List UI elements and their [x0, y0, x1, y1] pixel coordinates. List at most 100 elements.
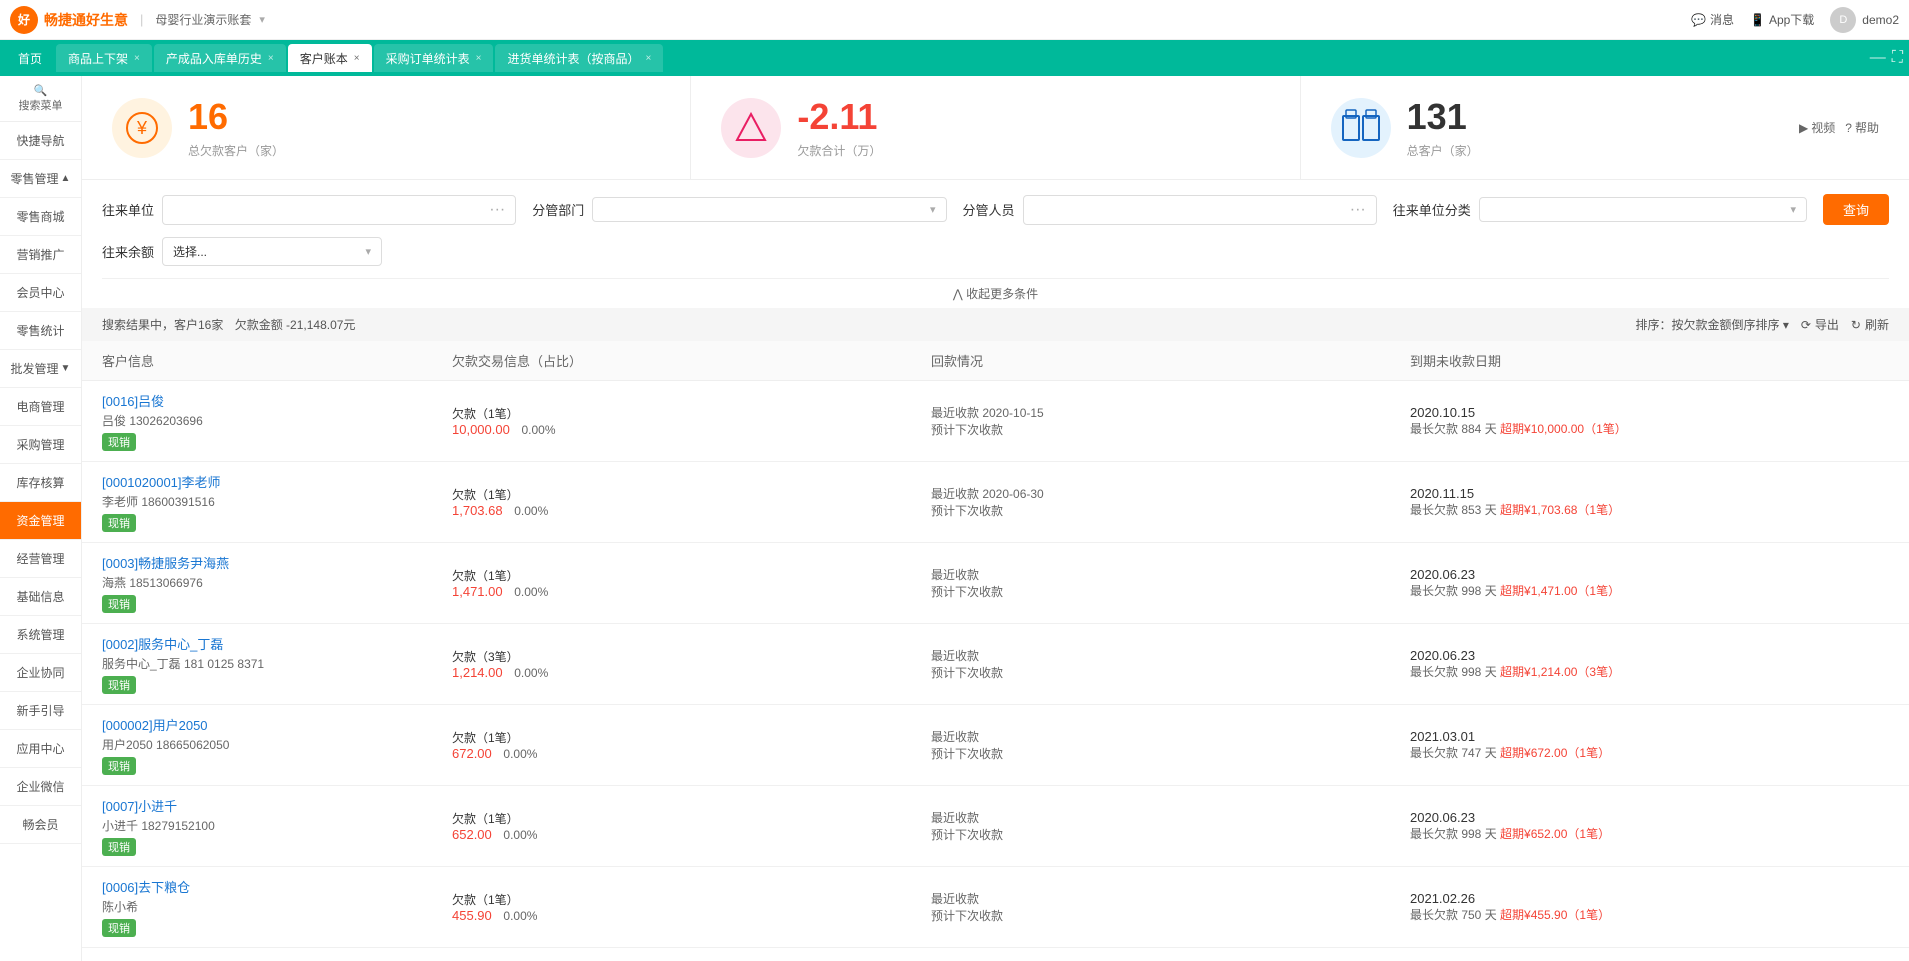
- tab-products-close[interactable]: ×: [268, 53, 274, 64]
- person-text[interactable]: [1034, 203, 1350, 217]
- filter-collapse[interactable]: ⋀ 收起更多条件: [102, 278, 1889, 308]
- sidebar-system-label: 系统管理: [16, 628, 64, 642]
- sidebar-item-member-vip[interactable]: 畅会员: [0, 806, 81, 844]
- tab-goods-close[interactable]: ×: [134, 53, 140, 64]
- overdue-amount-5[interactable]: 超期¥652.00（1笔）: [1500, 827, 1610, 841]
- person-input[interactable]: ···: [1023, 195, 1377, 225]
- help-btn[interactable]: ? 帮助: [1845, 119, 1879, 136]
- sort-chevron[interactable]: ▾: [1783, 318, 1789, 332]
- video-btn[interactable]: ▶ 视频: [1799, 119, 1835, 136]
- th-duedate: 到期未收款日期: [1410, 351, 1889, 370]
- sidebar-item-purchase[interactable]: 采购管理: [0, 426, 81, 464]
- tab-home[interactable]: 首页: [6, 44, 54, 72]
- td-duedate-3: 2020.06.23 最长欠款 998 天 超期¥1,214.00（3笔）: [1410, 648, 1889, 680]
- tab-goods[interactable]: 商品上下架 ×: [56, 44, 152, 72]
- sidebar-search[interactable]: 🔍 搜索菜单: [0, 76, 81, 122]
- refresh-btn[interactable]: ↻ 刷新: [1851, 316, 1889, 333]
- tab-purchase-close[interactable]: ×: [476, 53, 482, 64]
- customer-phone-1: 李老师 18600391516: [102, 493, 452, 510]
- unit-type-select[interactable]: ▾: [1479, 197, 1807, 222]
- sidebar-item-retail-mall[interactable]: 零售商城: [0, 198, 81, 236]
- from-unit-dots[interactable]: ···: [489, 201, 505, 219]
- customer-name-3[interactable]: [0002]服务中心_丁磊: [102, 637, 223, 652]
- customer-name-4[interactable]: [000002]用户2050: [102, 718, 208, 733]
- dept-select[interactable]: ▾: [592, 197, 946, 222]
- debt-amount-3: 1,214.00: [452, 665, 503, 680]
- tab-purchase-label: 采购订单统计表: [386, 50, 470, 67]
- query-button[interactable]: 查询: [1823, 194, 1889, 225]
- customer-name-0[interactable]: [0016]吕俊: [102, 394, 164, 409]
- sidebar-item-system[interactable]: 系统管理: [0, 616, 81, 654]
- tab-fullscreen-btn[interactable]: ⛶: [1892, 49, 1903, 67]
- debt-count-4: 欠款（1笔）: [452, 729, 931, 746]
- sidebar-item-ecommerce[interactable]: 电商管理: [0, 388, 81, 426]
- overdue-days-0: 最长欠款 884 天 超期¥10,000.00（1笔）: [1410, 420, 1889, 437]
- tab-customer[interactable]: 客户账本 ×: [288, 44, 372, 72]
- debt-count-5: 欠款（1笔）: [452, 810, 931, 827]
- debt-amount-5: 652.00: [452, 827, 492, 842]
- overdue-amount-6[interactable]: 超期¥455.90（1笔）: [1500, 908, 1610, 922]
- overdue-amount-4[interactable]: 超期¥672.00（1笔）: [1500, 746, 1610, 760]
- remaining-select[interactable]: 选择... ▾: [162, 237, 382, 266]
- debt-total-icon: [721, 98, 781, 158]
- customer-name-6[interactable]: [0006]去下粮仓: [102, 880, 190, 895]
- remaining-value: 选择...: [173, 243, 207, 260]
- sidebar-item-corp-wechat[interactable]: 企业微信: [0, 768, 81, 806]
- total-customers-value: 131: [1407, 96, 1479, 138]
- customer-name-2[interactable]: [0003]畅捷服务尹海燕: [102, 556, 229, 571]
- tab-import-close[interactable]: ×: [645, 53, 651, 64]
- results-debt: 欠款金额 -21,148.07元: [235, 318, 356, 332]
- tab-customer-close[interactable]: ×: [354, 53, 360, 64]
- customer-name-1[interactable]: [0001020001]李老师: [102, 475, 221, 490]
- td-customer-0: [0016]吕俊 吕俊 13026203696 现销: [102, 391, 452, 451]
- overdue-amount-1[interactable]: 超期¥1,703.68（1笔）: [1500, 503, 1620, 517]
- unit-type-chevron: ▾: [1790, 203, 1796, 216]
- debt-amount-4: 672.00: [452, 746, 492, 761]
- sidebar-item-inventory[interactable]: 库存核算: [0, 464, 81, 502]
- debt-pct-4: 0.00%: [503, 747, 537, 761]
- user-menu[interactable]: D demo2: [1830, 7, 1899, 33]
- overdue-amount-3[interactable]: 超期¥1,214.00（3笔）: [1500, 665, 1620, 679]
- sidebar-item-corp-collab[interactable]: 企业协同: [0, 654, 81, 692]
- sidebar-item-marketing[interactable]: 营销推广: [0, 236, 81, 274]
- td-debt-5: 欠款（1笔） 652.00 0.00%: [452, 810, 931, 842]
- overdue-amount-0[interactable]: 超期¥10,000.00（1笔）: [1500, 422, 1627, 436]
- sidebar-item-batch-mgmt[interactable]: 批发管理 ▼: [0, 350, 81, 388]
- sidebar-item-retail-stats[interactable]: 零售统计: [0, 312, 81, 350]
- last-collection-0: 最近收款 2020-10-15: [931, 404, 1410, 421]
- app-download-btn[interactable]: 📱 App下载: [1750, 11, 1814, 28]
- top-bar-right: 💬 消息 📱 App下载 D demo2: [1691, 7, 1899, 33]
- table-row: [0002]服务中心_丁磊 服务中心_丁磊 181 0125 8371 现销 欠…: [82, 624, 1909, 705]
- sidebar-item-app-center[interactable]: 应用中心: [0, 730, 81, 768]
- sidebar-item-member[interactable]: 会员中心: [0, 274, 81, 312]
- from-unit-text[interactable]: [173, 203, 489, 217]
- export-btn[interactable]: ⟳ 导出: [1801, 316, 1839, 333]
- sidebar-item-operation[interactable]: 经营管理: [0, 540, 81, 578]
- person-dots[interactable]: ···: [1350, 201, 1366, 219]
- sidebar-item-retail-mgmt[interactable]: 零售管理 ▲: [0, 160, 81, 198]
- sidebar-item-basic-info[interactable]: 基础信息: [0, 578, 81, 616]
- tab-purchase[interactable]: 采购订单统计表 ×: [374, 44, 494, 72]
- message-btn[interactable]: 💬 消息: [1691, 11, 1734, 28]
- filter-row-1: 往来单位 ··· 分管部门 ▾ 分管人员: [102, 194, 1889, 225]
- customer-phone-0: 吕俊 13026203696: [102, 412, 452, 429]
- filter-dept: 分管部门 ▾: [532, 197, 946, 222]
- td-customer-2: [0003]畅捷服务尹海燕 海燕 18513066976 现销: [102, 553, 452, 613]
- tab-import[interactable]: 进货单统计表（按商品） ×: [495, 44, 663, 72]
- customer-name-5[interactable]: [0007]小进千: [102, 799, 177, 814]
- sidebar-item-guide[interactable]: 新手引导: [0, 692, 81, 730]
- from-unit-input[interactable]: ···: [162, 195, 516, 225]
- tab-products[interactable]: 产成品入库单历史 ×: [154, 44, 286, 72]
- customer-phone-4: 用户2050 18665062050: [102, 736, 452, 753]
- overdue-amount-2[interactable]: 超期¥1,471.00（1笔）: [1500, 584, 1620, 598]
- remaining-chevron: ▾: [365, 245, 371, 258]
- filter-area: 往来单位 ··· 分管部门 ▾ 分管人员: [82, 180, 1909, 308]
- tab-collapse-btn[interactable]: —: [1870, 49, 1886, 67]
- results-summary: 搜索结果中，客户16家 欠款金额 -21,148.07元: [102, 316, 355, 333]
- debt-count-2: 欠款（1笔）: [452, 567, 931, 584]
- sidebar-item-finance[interactable]: 资金管理: [0, 502, 81, 540]
- sidebar-item-quick-nav[interactable]: 快捷导航: [0, 122, 81, 160]
- results-bar: 搜索结果中，客户16家 欠款金额 -21,148.07元 排序：按欠款金额倒序排…: [82, 308, 1909, 341]
- table-wrapper: 客户信息 欠款交易信息（占比） 回款情况 到期未收款日期 [0016]吕俊 吕俊…: [82, 341, 1909, 961]
- industry-chevron[interactable]: ▾: [259, 13, 265, 26]
